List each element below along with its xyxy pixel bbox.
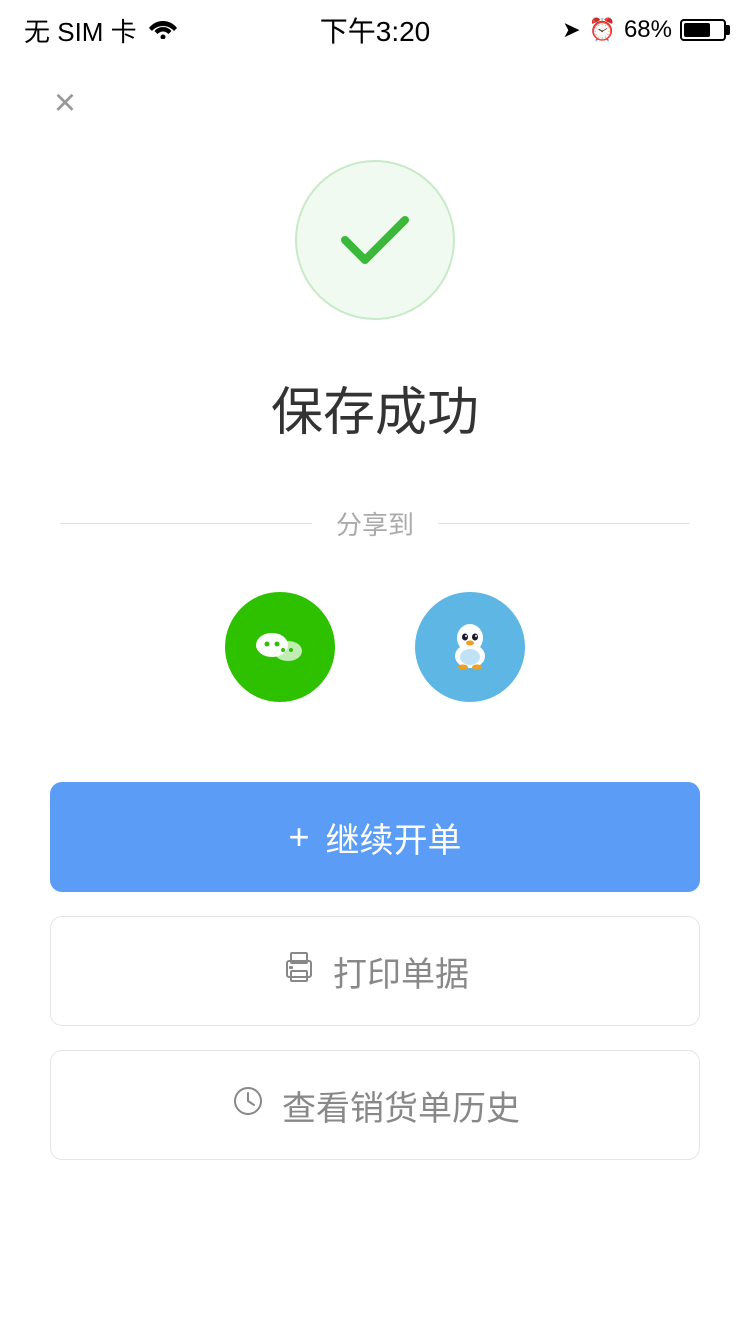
divider-line-left (60, 523, 312, 524)
status-bar-time: 下午3:20 (320, 10, 431, 50)
share-qq-button[interactable] (415, 592, 525, 702)
continue-button[interactable]: + 继续开单 (50, 782, 700, 892)
alarm-icon: ⏰ (589, 17, 616, 43)
actions: + 继续开单 打印单据 查看销货单历史 (0, 782, 750, 1160)
wifi-icon (147, 15, 179, 46)
clock-icon (230, 1083, 266, 1128)
share-divider-text: 分享到 (312, 505, 438, 542)
continue-label: 继续开单 (326, 813, 462, 862)
status-bar-right: ➤ ⏰ 68% (562, 16, 726, 44)
plus-icon: + (288, 816, 309, 858)
printer-icon (281, 949, 317, 994)
location-icon: ➤ (562, 17, 580, 43)
divider-line-right (438, 523, 690, 524)
share-row (225, 592, 525, 702)
status-bar: 无 SIM 卡 下午3:20 ➤ ⏰ 68% (0, 0, 750, 60)
success-circle (295, 160, 455, 320)
battery-icon (680, 19, 726, 41)
close-icon: × (54, 84, 76, 122)
battery-percent: 68% (624, 16, 672, 44)
print-label: 打印单据 (333, 947, 469, 996)
checkmark-icon (335, 210, 415, 270)
sim-text: 无 SIM 卡 (24, 12, 137, 49)
wechat-icon (250, 617, 310, 677)
success-title: 保存成功 (271, 370, 479, 445)
share-divider: 分享到 (0, 505, 750, 542)
share-wechat-button[interactable] (225, 592, 335, 702)
history-label: 查看销货单历史 (282, 1081, 520, 1130)
main-content: 保存成功 分享到 (0, 60, 750, 1160)
history-button[interactable]: 查看销货单历史 (50, 1050, 700, 1160)
status-bar-left: 无 SIM 卡 (24, 12, 179, 49)
close-button[interactable]: × (40, 78, 90, 128)
print-button[interactable]: 打印单据 (50, 916, 700, 1026)
qq-icon (439, 616, 501, 678)
